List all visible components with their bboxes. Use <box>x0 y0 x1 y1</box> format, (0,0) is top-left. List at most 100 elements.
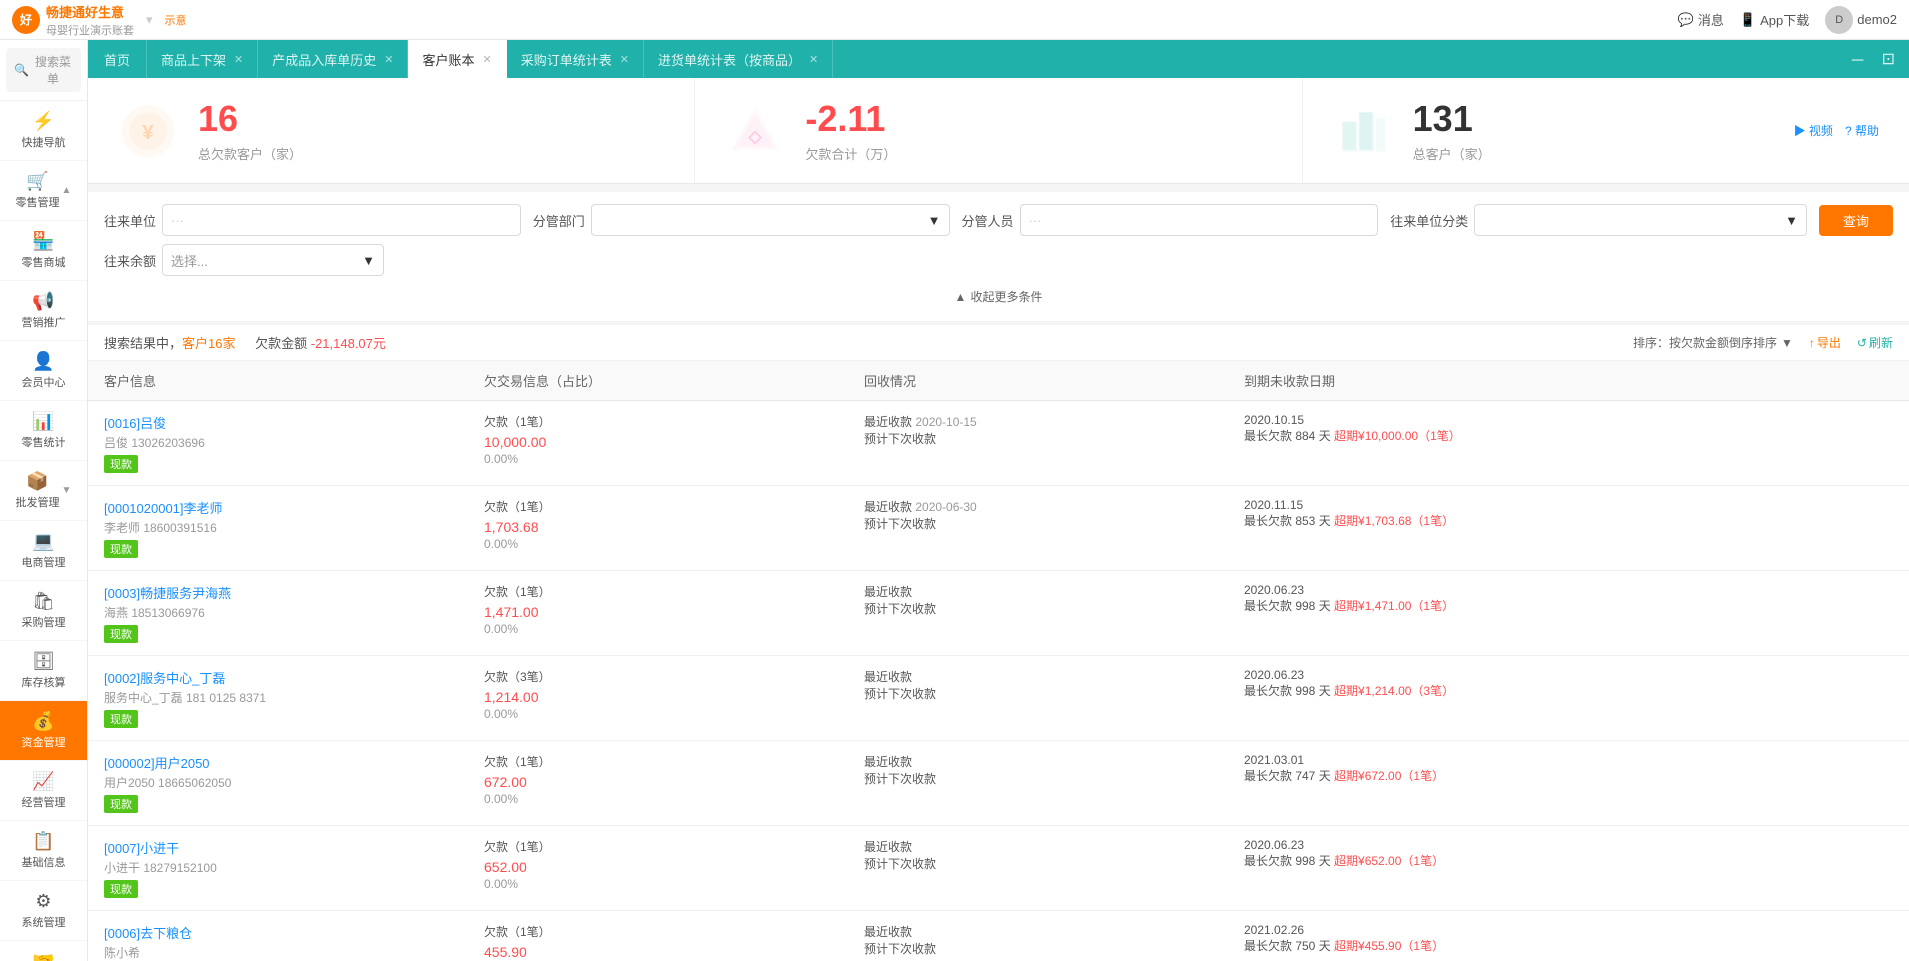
debt-amount-0016: 10,000.00 <box>484 434 864 450</box>
overdue-link-0003[interactable]: 超期¥1,471.00（1笔） <box>1334 599 1454 613</box>
collection-info-0002: 最近收款 预计下次收款 <box>864 668 1244 702</box>
help-btn[interactable]: ? 帮助 <box>1845 122 1879 139</box>
query-btn[interactable]: 查询 <box>1819 205 1893 236</box>
supplier-input[interactable]: ··· <box>162 204 521 236</box>
finance-icon: 💰 <box>6 711 81 732</box>
filter-area: 往来单位 ··· 分管部门 ▼ 分管人员 ··· <box>88 192 1909 321</box>
debt-total: -21,148.07元 <box>311 336 386 351</box>
stat-card-debt-customers: ¥ 16 总欠款客户（家） <box>88 78 695 183</box>
view-video-btn[interactable]: ▶ 视频 <box>1794 122 1833 139</box>
filter-row-1: 往来单位 ··· 分管部门 ▼ 分管人员 ··· <box>104 204 1893 236</box>
collection-info-00010200001: 最近收款 2020-06-30 预计下次收款 <box>864 498 1244 532</box>
customer-name-0007[interactable]: [0007]小进干 <box>104 841 179 856</box>
customer-name-0002[interactable]: [0002]服务中心_丁磊 <box>104 671 225 686</box>
user-menu[interactable]: D demo2 <box>1825 6 1897 34</box>
debt-info-0006: 欠款（1笔） 455.90 0.00% <box>484 923 864 961</box>
message-btn[interactable]: 💬 消息 <box>1678 10 1724 29</box>
table-row: [0016]吕俊 吕俊 13026203696 现款 欠款（1笔） 10,000… <box>88 401 1909 486</box>
tab-home[interactable]: 首页 <box>88 40 147 78</box>
debt-amount-0007: 652.00 <box>484 859 864 875</box>
tab-import-stats[interactable]: 进货单统计表（按商品） ✕ <box>644 40 833 78</box>
tab-minimize-btn[interactable]: － <box>1844 45 1872 73</box>
tab-products-off[interactable]: 商品上下架 ✕ <box>147 40 258 78</box>
sidebar-item-retail-mall[interactable]: 🏪 零售商城 <box>0 221 87 281</box>
export-btn[interactable]: ↑ 导出 <box>1809 334 1841 351</box>
customer-info-0016: [0016]吕俊 吕俊 13026203696 现款 <box>104 413 484 473</box>
tab-customer-account-close[interactable]: ✕ <box>483 53 492 66</box>
category-select[interactable]: ▼ <box>1474 204 1807 236</box>
overdue-info-0007: 2020.06.23 最长欠款 998 天 超期¥652.00（1笔） <box>1244 838 1893 869</box>
batch-mgmt-icon: 📦 <box>16 471 60 492</box>
tab-import-stats-close[interactable]: ✕ <box>809 53 818 66</box>
balance-label: 往来余额 <box>104 251 156 270</box>
tab-customer-account[interactable]: 客户账本 ✕ <box>408 40 506 78</box>
retail-mall-icon: 🏪 <box>6 231 81 252</box>
overdue-link-000002[interactable]: 超期¥672.00（1笔） <box>1334 769 1444 783</box>
sidebar-item-ecommerce[interactable]: 💻 电商管理 <box>0 521 87 581</box>
customer-name-000002[interactable]: [000002]用户2050 <box>104 756 210 771</box>
sidebar-item-quick-nav[interactable]: ⚡ 快捷导航 <box>0 101 87 161</box>
sidebar-item-purchase[interactable]: 🛍 采购管理 <box>0 581 87 641</box>
stat-label-debt-amount: 欠款合计（万） <box>805 144 896 163</box>
manager-input[interactable]: ··· <box>1020 204 1379 236</box>
sidebar-item-system[interactable]: ⚙ 系统管理 <box>0 881 87 941</box>
collapse-btn[interactable]: ▲ 收起更多条件 <box>104 284 1893 309</box>
filter-balance: 往来余额 选择... ▼ <box>104 244 384 276</box>
tab-purchase-order-close[interactable]: ✕ <box>620 53 629 66</box>
customer-name-00010200001[interactable]: [0001020001]李老师 <box>104 501 223 516</box>
stat-number-total-customers: 131 <box>1413 98 1491 140</box>
balance-select[interactable]: 选择... ▼ <box>162 244 384 276</box>
sidebar-item-finance[interactable]: 💰 资金管理 <box>0 701 87 761</box>
sidebar-item-enterprise[interactable]: 🤝 企业协同 <box>0 941 87 961</box>
sidebar-item-member-center[interactable]: 👤 会员中心 <box>0 341 87 401</box>
sidebar-item-operations[interactable]: 📈 经营管理 <box>0 761 87 821</box>
export-icon: ↑ <box>1809 336 1815 350</box>
search-btn[interactable]: 🔍 搜索菜单 <box>6 48 81 92</box>
top-bar-right: 💬 消息 📱 App下载 D demo2 <box>1678 6 1897 34</box>
overdue-link-0006[interactable]: 超期¥455.90（1笔） <box>1334 939 1444 953</box>
sidebar-item-basic-info[interactable]: 📋 基础信息 <box>0 821 87 881</box>
department-select[interactable]: ▼ <box>591 204 950 236</box>
filter-supplier: 往来单位 ··· <box>104 204 521 236</box>
tab-purchase-order[interactable]: 采购订单统计表 ✕ <box>507 40 644 78</box>
customer-name-0003[interactable]: [0003]畅捷服务尹海燕 <box>104 586 231 601</box>
app-icon: 📱 <box>1740 12 1756 28</box>
stat-card-debt-amount: ◇ -2.11 欠款合计（万） <box>695 78 1302 183</box>
customer-name-0006[interactable]: [0006]去下粮仓 <box>104 926 192 941</box>
customer-contact-000002: 用户2050 18665062050 <box>104 774 484 791</box>
department-arrow: ▼ <box>928 213 941 228</box>
tab-products-off-close[interactable]: ✕ <box>234 53 243 66</box>
tab-production-history[interactable]: 产成品入库单历史 ✕ <box>258 40 408 78</box>
table-row: [0003]畅捷服务尹海燕 海燕 18513066976 现款 欠款（1笔） 1… <box>88 571 1909 656</box>
overdue-link-0016[interactable]: 超期¥10,000.00（1笔） <box>1334 429 1461 443</box>
sort-select[interactable]: 排序：按欠款金额倒序排序 ▼ <box>1633 334 1793 351</box>
customer-info-000002: [000002]用户2050 用户2050 18665062050 现款 <box>104 753 484 813</box>
overdue-link-0007[interactable]: 超期¥652.00（1笔） <box>1334 854 1444 868</box>
customer-name-0016[interactable]: [0016]吕俊 <box>104 416 166 431</box>
customer-contact-0003: 海燕 18513066976 <box>104 604 484 621</box>
sidebar-item-inventory[interactable]: 🗄 库存核算 <box>0 641 87 701</box>
sidebar-item-marketing[interactable]: 📢 营销推广 <box>0 281 87 341</box>
overdue-link-0002[interactable]: 超期¥1,214.00（3笔） <box>1334 684 1454 698</box>
sidebar-item-batch-mgmt[interactable]: 📦 批发管理 ▼ <box>0 461 87 521</box>
collection-info-0006: 最近收款 预计下次收款 <box>864 923 1244 957</box>
refresh-btn[interactable]: ↺ 刷新 <box>1857 334 1893 351</box>
sidebar-item-retail-mgmt[interactable]: 🛒 零售管理 ▲ <box>0 161 87 221</box>
customers-count: 客户16家 <box>182 336 235 351</box>
demo-link[interactable]: 示意 <box>165 12 187 28</box>
customer-tag-0007: 现款 <box>104 880 138 898</box>
overdue-info-000002: 2021.03.01 最长欠款 747 天 超期¥672.00（1笔） <box>1244 753 1893 784</box>
overdue-link-00010200001[interactable]: 超期¥1,703.68（1笔） <box>1334 514 1454 528</box>
stat-card-total-customers: 131 总客户（家） ▶ 视频 ? 帮助 <box>1303 78 1909 183</box>
video-icon: ▶ <box>1794 124 1806 138</box>
stats-row: ¥ 16 总欠款客户（家） <box>88 78 1909 184</box>
sidebar-item-retail-stats[interactable]: 📊 零售统计 <box>0 401 87 461</box>
results-bar: 搜索结果中，客户16家 欠款金额 -21,148.07元 排序：按欠款金额倒序排… <box>88 325 1909 361</box>
stat-icon-total-customers <box>1333 101 1393 161</box>
avatar: D <box>1825 6 1853 34</box>
app-download-btn[interactable]: 📱 App下载 <box>1740 10 1809 29</box>
debt-info-0003: 欠款（1笔） 1,471.00 0.00% <box>484 583 864 636</box>
tab-maximize-btn[interactable]: ⊡ <box>1876 47 1901 71</box>
tab-production-history-close[interactable]: ✕ <box>384 53 393 66</box>
debt-amount-0006: 455.90 <box>484 944 864 960</box>
